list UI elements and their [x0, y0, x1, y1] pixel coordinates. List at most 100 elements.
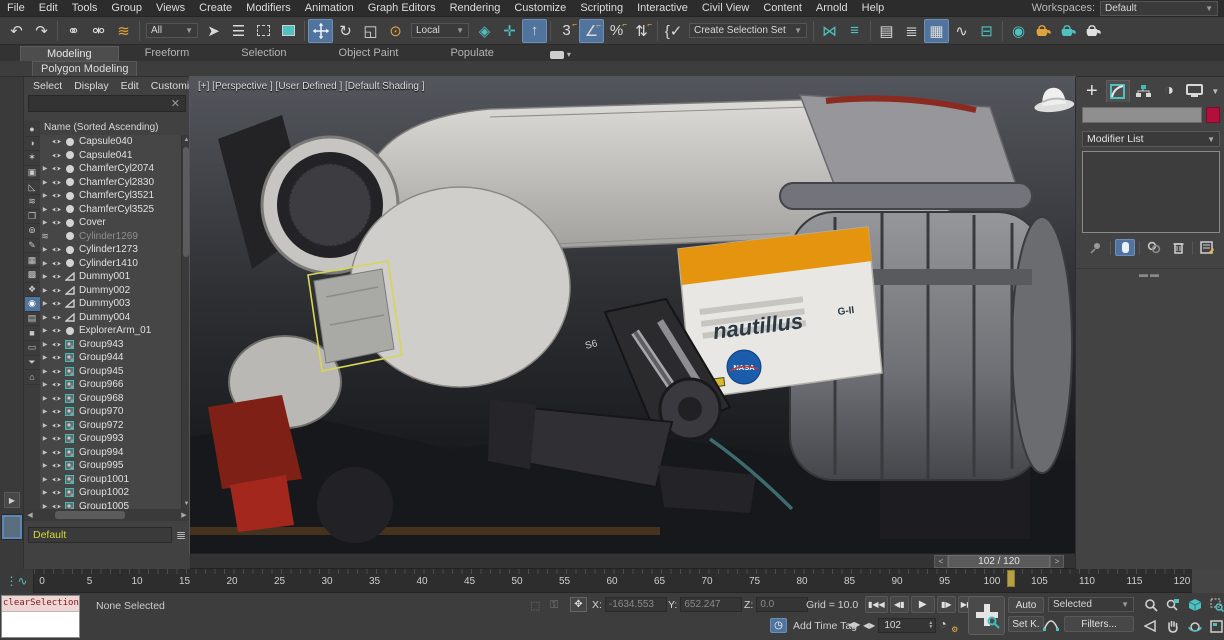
scroll-up-icon[interactable]: ▲ — [182, 135, 190, 145]
tab-populate[interactable]: Populate — [424, 46, 519, 61]
z-coordinate-field[interactable]: 0.0 — [756, 597, 808, 612]
scrollbar-thumb[interactable] — [55, 511, 125, 519]
window-crossing-icon[interactable] — [276, 19, 301, 43]
scene-explorer-row[interactable]: ▶ChamferCyl3521 — [40, 189, 190, 203]
pan-hand-icon[interactable] — [1162, 616, 1183, 636]
visibility-eye-icon[interactable] — [50, 287, 63, 294]
selection-filter-dropdown[interactable]: All▼ — [146, 23, 198, 38]
scene-explorer-row[interactable]: ▶Group966 — [40, 378, 190, 392]
spinner-arrows-icon[interactable]: ▲▼ — [928, 621, 933, 629]
use-pivot-center-icon[interactable]: ◈ — [472, 19, 497, 43]
expand-arrow-icon[interactable]: ▶ — [40, 354, 50, 361]
scroll-down-icon[interactable]: ▼ — [182, 499, 190, 509]
object-name-field[interactable] — [1082, 107, 1202, 123]
menu-tools[interactable]: Tools — [65, 1, 105, 15]
column-header-name[interactable]: Name (Sorted Ascending) — [40, 121, 190, 135]
current-frame-marker[interactable] — [1007, 570, 1015, 587]
horizontal-scrollbar[interactable]: ◀ ▶ — [24, 509, 190, 521]
time-slider-handle[interactable]: < 102 / 120 > — [934, 555, 1064, 568]
expand-arrow-icon[interactable]: ▶ — [40, 381, 50, 388]
key-filters-button[interactable]: Filters... — [1064, 616, 1134, 632]
current-frame-field[interactable]: 102 ▲▼ — [878, 618, 936, 633]
auto-key-button[interactable]: Auto — [1008, 597, 1044, 613]
filter-containers-icon[interactable]: ✎ — [25, 239, 40, 254]
scene-explorer-row[interactable]: ▶ChamferCyl2074 — [40, 162, 190, 176]
filter-bones-icon[interactable]: ⊚ — [25, 224, 40, 239]
menu-arnold[interactable]: Arnold — [809, 1, 855, 15]
select-and-manipulate-icon[interactable]: ✛ — [497, 19, 522, 43]
scene-explorer-row[interactable]: ▶Group968 — [40, 392, 190, 406]
visibility-eye-icon[interactable] — [50, 273, 63, 280]
make-unique-icon[interactable] — [1144, 239, 1164, 256]
panel-resize-handle[interactable]: ▬▬ — [1076, 268, 1224, 279]
scene-explorer-row[interactable]: ▶Group994 — [40, 446, 190, 460]
menu-content[interactable]: Content — [756, 1, 809, 15]
menu-graph-editors[interactable]: Graph Editors — [361, 1, 443, 15]
expand-arrow-icon[interactable]: ▶ — [40, 341, 50, 348]
zoom-region-icon[interactable] — [1206, 595, 1224, 615]
visibility-eye-icon[interactable] — [50, 449, 63, 456]
expand-arrow-icon[interactable]: ▶ — [40, 273, 50, 280]
visibility-eye-icon[interactable] — [50, 327, 63, 334]
previous-frame-button[interactable]: ◀▮ — [890, 596, 909, 613]
expand-panel-button[interactable]: ▶ — [4, 492, 20, 508]
edit-named-selection-sets-icon[interactable]: {✓ — [661, 19, 686, 43]
filter-groups-icon[interactable]: ❐ — [25, 210, 40, 225]
redo-icon[interactable]: ↷ — [29, 19, 54, 43]
previous-frame-arrow[interactable]: < — [934, 555, 948, 568]
time-configuration-icon[interactable]: ◔⚙ — [939, 617, 956, 633]
scene-explorer-row[interactable]: ▶ExplorerArm_01 — [40, 324, 190, 338]
zoom-icon[interactable] — [1140, 595, 1161, 615]
rendered-frame-window-icon[interactable] — [1056, 19, 1081, 43]
tab-create-icon[interactable]: + — [1080, 80, 1104, 102]
expand-arrow-icon[interactable]: ▶ — [40, 408, 50, 415]
tab-hierarchy-icon[interactable] — [1132, 80, 1156, 102]
orbit-icon[interactable] — [1184, 616, 1205, 636]
filter-shapes-icon[interactable]: ◑ — [25, 137, 40, 152]
select-and-place-icon[interactable]: ⊙ — [383, 19, 408, 43]
reference-coordinate-dropdown[interactable]: Local▼ — [411, 23, 469, 38]
visibility-eye-icon[interactable] — [50, 246, 63, 253]
object-color-swatch[interactable] — [1206, 107, 1220, 123]
sort-filter-icon[interactable]: ▭ — [25, 341, 40, 356]
x-coordinate-field[interactable]: -1634.553 — [605, 597, 667, 612]
expand-arrow-icon[interactable]: ▶ — [40, 206, 50, 213]
modifier-stack[interactable] — [1082, 151, 1220, 233]
visibility-eye-icon[interactable] — [50, 408, 63, 415]
add-time-tag[interactable]: ◷ Add Time Tag — [770, 618, 857, 633]
scene-explorer-row[interactable]: ▶Group943 — [40, 338, 190, 352]
named-selection-set-dropdown[interactable]: Create Selection Set▼ — [689, 23, 807, 38]
menu-edit[interactable]: Edit — [32, 1, 65, 15]
menu-group[interactable]: Group — [104, 1, 149, 15]
filter-materials-icon[interactable]: ▦ — [25, 253, 40, 268]
scene-explorer-row[interactable]: Capsule041 — [40, 149, 190, 163]
filter-spacewarps-icon[interactable]: ≋ — [25, 195, 40, 210]
filter-helpers-icon[interactable]: ◺ — [25, 180, 40, 195]
menu-help[interactable]: Help — [855, 1, 892, 15]
visibility-eye-icon[interactable] — [50, 395, 63, 402]
filter-lights-icon[interactable]: ✶ — [25, 151, 40, 166]
explorer-menu-edit[interactable]: Edit — [116, 80, 144, 92]
show-end-result-icon[interactable] — [1115, 239, 1135, 256]
scene-explorer-row[interactable]: ▶Group1002 — [40, 486, 190, 500]
expand-arrow-icon[interactable]: ▶ — [40, 489, 50, 496]
visibility-eye-icon[interactable] — [50, 354, 63, 361]
spinner-snap-icon[interactable]: ⇅⌐ — [629, 19, 654, 43]
next-frame-button[interactable]: ▮▶ — [937, 596, 956, 613]
tab-object-paint[interactable]: Object Paint — [313, 46, 425, 61]
scene-explorer-row[interactable]: ▶Group945 — [40, 365, 190, 379]
visibility-eye-icon[interactable] — [50, 165, 63, 172]
scene-explorer-row[interactable]: ▶Dummy002 — [40, 284, 190, 298]
scene-explorer-row[interactable]: ▶Cylinder1273 — [40, 243, 190, 257]
select-and-move-icon[interactable] — [308, 19, 333, 43]
scene-explorer-row[interactable]: ▶ChamferCyl3525 — [40, 203, 190, 217]
select-and-rotate-icon[interactable]: ↻ — [333, 19, 358, 43]
tab-display-icon[interactable] — [1183, 80, 1207, 102]
viewport-label[interactable]: [+] [Perspective ] [User Defined ] [Defa… — [198, 81, 425, 92]
expand-arrow-icon[interactable]: ▶ — [40, 422, 50, 429]
expand-arrow-icon[interactable]: ▶ — [40, 260, 50, 267]
expand-arrow-icon[interactable]: ▶ — [40, 435, 50, 442]
toggle-layer-explorer-icon[interactable]: ≣ — [899, 19, 924, 43]
align-icon[interactable]: ≡ — [842, 19, 867, 43]
scene-explorer-row[interactable]: ▶Group944 — [40, 351, 190, 365]
